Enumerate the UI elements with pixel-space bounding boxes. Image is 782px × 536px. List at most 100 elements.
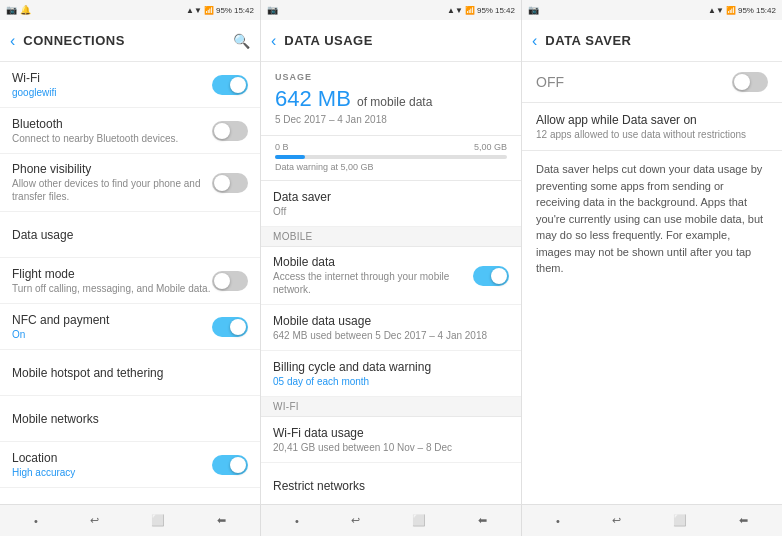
nav-back-3[interactable]: ⬅ bbox=[739, 514, 748, 527]
nav-recent-1[interactable]: ↩ bbox=[90, 514, 99, 527]
billing-row[interactable]: Billing cycle and data warning 05 day of… bbox=[261, 351, 521, 397]
nav-home-3[interactable]: ⬜ bbox=[673, 514, 687, 527]
time-2: 15:42 bbox=[495, 6, 515, 15]
nav-home-1[interactable]: ⬜ bbox=[151, 514, 165, 527]
restrict-networks-row[interactable]: Restrict networks bbox=[261, 463, 521, 504]
bluetooth-title: Bluetooth bbox=[12, 117, 212, 131]
wifi-usage-sub: 20,41 GB used between 10 Nov – 8 Dec bbox=[273, 441, 509, 454]
ds-allow-row[interactable]: Allow app while Data saver on 12 apps al… bbox=[522, 103, 782, 151]
camera-icon-2: 📷 bbox=[267, 5, 278, 15]
wifi-item[interactable]: Wi-Fi googlewifi bbox=[0, 62, 260, 108]
connections-title: CONNECTIONS bbox=[23, 33, 233, 48]
bluetooth-item[interactable]: Bluetooth Connect to nearby Bluetooth de… bbox=[0, 108, 260, 154]
data-saver-row[interactable]: Data saver Off bbox=[261, 181, 521, 227]
ds-off-label: OFF bbox=[536, 74, 564, 90]
phone-visibility-toggle[interactable] bbox=[212, 173, 248, 193]
bottom-nav-2: • ↩ ⬜ ⬅ bbox=[261, 505, 522, 536]
signal-icon-1: ▲▼ bbox=[186, 6, 202, 15]
status-right-2: ▲▼ 📶 95% 15:42 bbox=[447, 6, 515, 15]
usage-header: USAGE 642 MB of mobile data 5 Dec 2017 –… bbox=[261, 62, 521, 136]
wifi-toggle[interactable] bbox=[212, 75, 248, 95]
wifi-usage-text: Wi-Fi data usage 20,41 GB used between 1… bbox=[273, 426, 509, 454]
battery-3: 95% bbox=[738, 6, 754, 15]
nfc-text: NFC and payment On bbox=[12, 313, 212, 341]
data-saver-header: ‹ DATA SAVER bbox=[522, 20, 782, 62]
mobile-networks-item[interactable]: Mobile networks bbox=[0, 396, 260, 442]
connections-content: Wi-Fi googlewifi Bluetooth Connect to ne… bbox=[0, 62, 260, 504]
status-icons-left-2: 📷 bbox=[267, 5, 278, 15]
mobile-networks-title: Mobile networks bbox=[12, 412, 248, 426]
ds-description: Data saver helps cut down your data usag… bbox=[522, 151, 782, 287]
data-usage-item[interactable]: Data usage bbox=[0, 212, 260, 258]
flight-mode-toggle[interactable] bbox=[212, 271, 248, 291]
data-usage-title: Data usage bbox=[12, 228, 248, 242]
panels: ‹ CONNECTIONS 🔍 Wi-Fi googlewifi Bluetoo… bbox=[0, 20, 782, 504]
status-right-3: ▲▼ 📶 95% 15:42 bbox=[708, 6, 776, 15]
data-saver-back-icon[interactable]: ‹ bbox=[532, 32, 537, 50]
bottom-nav-1: • ↩ ⬜ ⬅ bbox=[0, 505, 261, 536]
nav-back-1[interactable]: ⬅ bbox=[217, 514, 226, 527]
data-saver-panel-title: DATA SAVER bbox=[545, 33, 772, 48]
battery-1: 95% bbox=[216, 6, 232, 15]
progress-section: 0 B 5,00 GB Data warning at 5,00 GB bbox=[261, 136, 521, 181]
phone-visibility-title: Phone visibility bbox=[12, 162, 212, 176]
ds-main-toggle[interactable] bbox=[732, 72, 768, 92]
nav-home-2[interactable]: ⬜ bbox=[412, 514, 426, 527]
wifi-usage-title: Wi-Fi data usage bbox=[273, 426, 509, 440]
connections-header: ‹ CONNECTIONS 🔍 bbox=[0, 20, 260, 62]
data-usage-back-icon[interactable]: ‹ bbox=[271, 32, 276, 50]
bottom-nav-3: • ↩ ⬜ ⬅ bbox=[522, 505, 782, 536]
status-bar-2: 📷 ▲▼ 📶 95% 15:42 bbox=[261, 0, 522, 20]
mobile-data-usage-row[interactable]: Mobile data usage 642 MB used between 5 … bbox=[261, 305, 521, 351]
location-subtitle: High accuracy bbox=[12, 466, 212, 479]
connections-back-icon[interactable]: ‹ bbox=[10, 32, 15, 50]
warning-text: Data warning at 5,00 GB bbox=[275, 162, 507, 172]
hotspot-item[interactable]: Mobile hotspot and tethering bbox=[0, 350, 260, 396]
mobile-data-usage-sub: 642 MB used between 5 Dec 2017 – 4 Jan 2… bbox=[273, 329, 509, 342]
restrict-networks-title: Restrict networks bbox=[273, 479, 509, 493]
signal-icon-2: ▲▼ bbox=[447, 6, 463, 15]
wifi-usage-row[interactable]: Wi-Fi data usage 20,41 GB used between 1… bbox=[261, 417, 521, 463]
battery-2: 95% bbox=[477, 6, 493, 15]
hotspot-title: Mobile hotspot and tethering bbox=[12, 366, 248, 380]
location-title: Location bbox=[12, 451, 212, 465]
location-item[interactable]: Location High accuracy bbox=[0, 442, 260, 488]
usage-dates: 5 Dec 2017 – 4 Jan 2018 bbox=[275, 114, 507, 125]
data-saver-text: Data saver Off bbox=[273, 190, 509, 218]
data-saver-panel: ‹ DATA SAVER OFF Allow app while Data sa… bbox=[522, 20, 782, 504]
mobile-data-row[interactable]: Mobile data Access the internet through … bbox=[261, 247, 521, 305]
data-usage-text: Data usage bbox=[12, 228, 248, 242]
status-bar-1: 📷 🔔 ▲▼ 📶 95% 15:42 bbox=[0, 0, 261, 20]
data-saver-status: Off bbox=[273, 205, 509, 218]
phone-visibility-text: Phone visibility Allow other devices to … bbox=[12, 162, 212, 203]
wifi-subtitle: googlewifi bbox=[12, 86, 212, 99]
usage-mb: 642 MB bbox=[275, 86, 351, 111]
progress-fill bbox=[275, 155, 305, 159]
usage-label: USAGE bbox=[275, 72, 507, 82]
flight-mode-text: Flight mode Turn off calling, messaging,… bbox=[12, 267, 212, 295]
progress-labels: 0 B 5,00 GB bbox=[275, 142, 507, 152]
bluetooth-toggle[interactable] bbox=[212, 121, 248, 141]
connections-search-icon[interactable]: 🔍 bbox=[233, 33, 250, 49]
nfc-subtitle: On bbox=[12, 328, 212, 341]
status-right-1: ▲▼ 📶 95% 15:42 bbox=[186, 6, 254, 15]
location-toggle[interactable] bbox=[212, 455, 248, 475]
camera-icon-3: 📷 bbox=[528, 5, 539, 15]
mobile-section-divider: MOBILE bbox=[261, 227, 521, 247]
nfc-item[interactable]: NFC and payment On bbox=[0, 304, 260, 350]
mobile-data-title: Mobile data bbox=[273, 255, 473, 269]
nav-back-2[interactable]: ⬅ bbox=[478, 514, 487, 527]
mobile-data-usage-title: Mobile data usage bbox=[273, 314, 509, 328]
billing-text: Billing cycle and data warning 05 day of… bbox=[273, 360, 509, 388]
phone-visibility-item[interactable]: Phone visibility Allow other devices to … bbox=[0, 154, 260, 212]
nav-recent-3[interactable]: ↩ bbox=[612, 514, 621, 527]
nfc-toggle[interactable] bbox=[212, 317, 248, 337]
nav-recent-2[interactable]: ↩ bbox=[351, 514, 360, 527]
wifi-section-divider: WI-FI bbox=[261, 397, 521, 417]
status-bar-3: 📷 ▲▼ 📶 95% 15:42 bbox=[522, 0, 782, 20]
flight-mode-item[interactable]: Flight mode Turn off calling, messaging,… bbox=[0, 258, 260, 304]
more-settings-item[interactable]: More connection settings bbox=[0, 488, 260, 504]
restrict-networks-text: Restrict networks bbox=[273, 479, 509, 493]
mobile-data-toggle[interactable] bbox=[473, 266, 509, 286]
wifi-title: Wi-Fi bbox=[12, 71, 212, 85]
